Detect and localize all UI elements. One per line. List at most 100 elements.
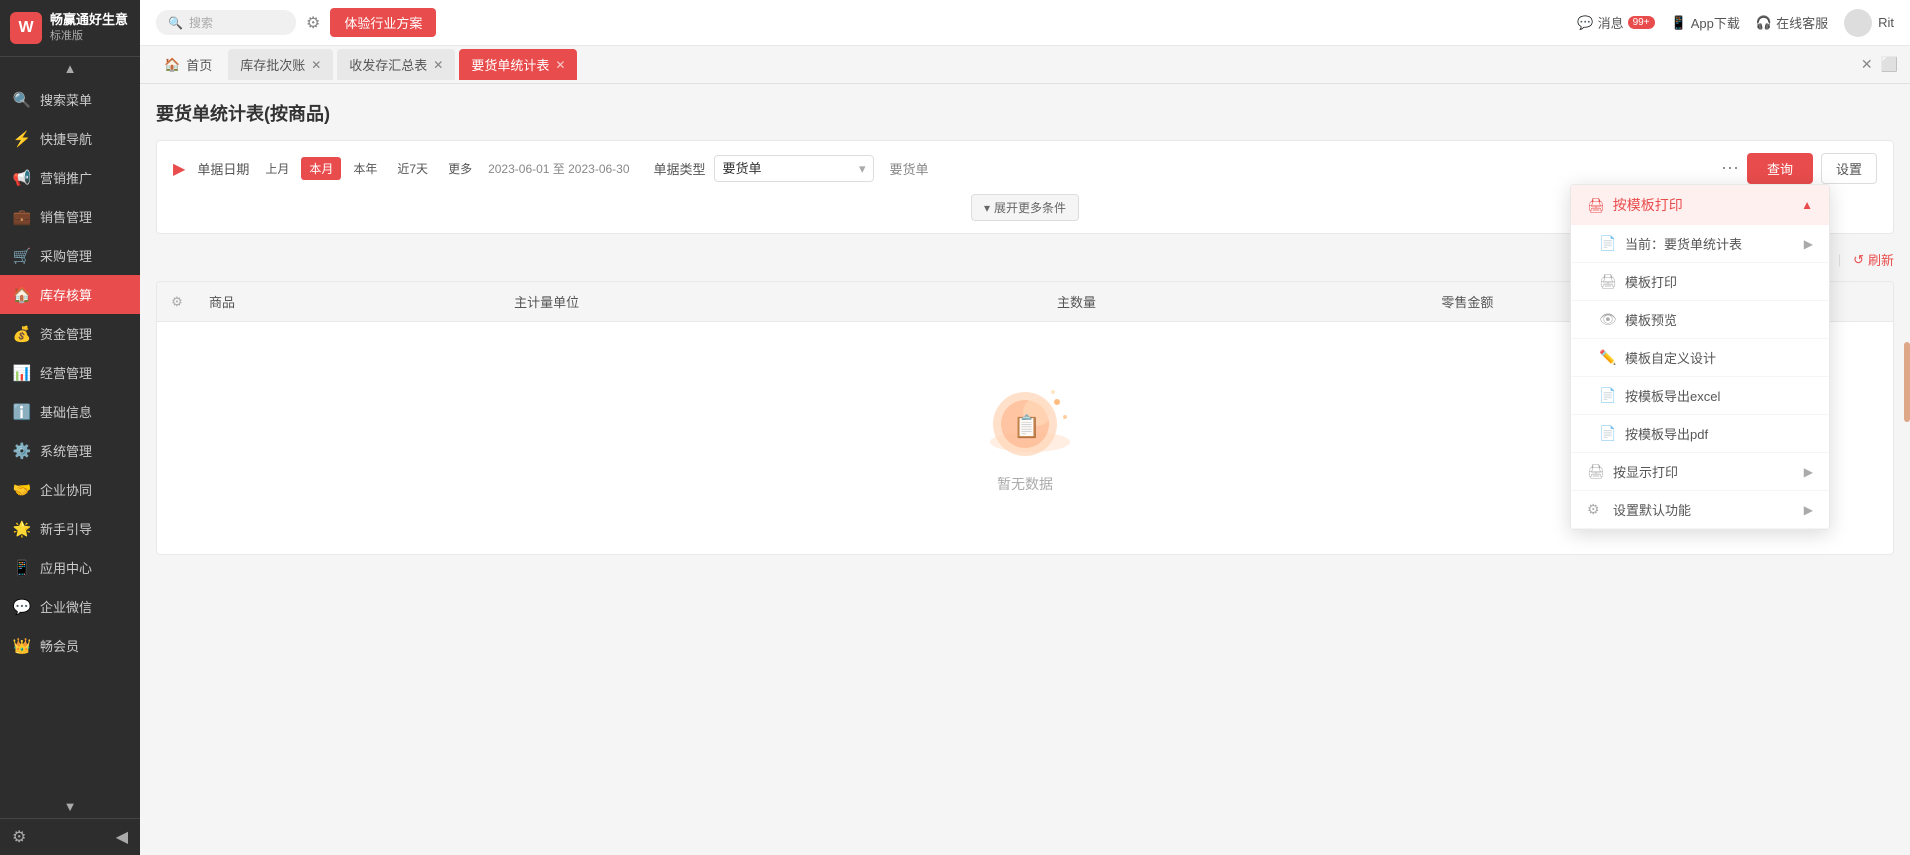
finance-icon: 💰 xyxy=(12,325,32,343)
chevron-right-icon: ▶ xyxy=(1804,237,1813,251)
sidebar-item-basics[interactable]: ℹ️ 基础信息 xyxy=(0,392,140,431)
template-pdf-item[interactable]: 📄 按模板导出pdf xyxy=(1571,415,1829,453)
sidebar-item-inventory[interactable]: 🏠 库存核算 xyxy=(0,275,140,314)
printer-icon: 🖨 xyxy=(1587,197,1605,214)
home-icon: 🏠 xyxy=(164,57,180,73)
tab-receipt-summary-label: 收发存汇总表 xyxy=(349,55,427,74)
date-btn-this-year[interactable]: 本年 xyxy=(345,157,385,180)
user-profile[interactable]: Rit xyxy=(1844,9,1894,37)
date-btn-this-month[interactable]: 本月 xyxy=(301,157,341,180)
sidebar-item-label: 基础信息 xyxy=(40,402,92,421)
sidebar-item-label: 搜索菜单 xyxy=(40,90,92,109)
tab-inventory-batch[interactable]: 库存批次账 ✕ xyxy=(228,49,333,80)
online-service-label: 在线客服 xyxy=(1776,13,1828,32)
print-dropdown-title-label: 按模板打印 xyxy=(1613,195,1683,215)
col-product: 商品 xyxy=(197,282,502,322)
type-label: 单据类型 xyxy=(654,159,706,178)
sidebar-item-beginner[interactable]: 🌟 新手引导 xyxy=(0,509,140,548)
sidebar-nav: 🔍 搜索菜单 ⚡ 快捷导航 📢 营销推广 💼 销售管理 🛒 采购管理 🏠 库存核… xyxy=(0,80,140,795)
app-center-icon: 📱 xyxy=(12,559,32,577)
sidebar-item-sales[interactable]: 💼 销售管理 xyxy=(0,197,140,236)
sidebar-item-label: 企业协同 xyxy=(40,480,92,499)
sidebar-item-app-center[interactable]: 📱 应用中心 xyxy=(0,548,140,587)
display-print-item[interactable]: 🖨 按显示打印 ▶ xyxy=(1571,453,1829,491)
template-preview-item[interactable]: 👁 模板预览 xyxy=(1571,301,1829,339)
sidebar-item-wechat[interactable]: 💬 企业微信 xyxy=(0,587,140,626)
app-download-label: App下载 xyxy=(1691,13,1740,32)
display-print-label: 按显示打印 xyxy=(1613,462,1678,481)
tab-order-stats[interactable]: 要货单统计表 ✕ xyxy=(459,49,577,80)
chevron-up-icon: ▲ xyxy=(1801,198,1813,212)
refresh-icon: ↺ xyxy=(1853,252,1864,268)
sidebar-item-finance[interactable]: 💰 资金管理 xyxy=(0,314,140,353)
sidebar-item-search[interactable]: 🔍 搜索菜单 xyxy=(0,80,140,119)
tab-close-icon[interactable]: ✕ xyxy=(555,58,565,72)
settings-icon: ⚙ xyxy=(1587,501,1603,518)
sidebar-item-system[interactable]: ⚙️ 系统管理 xyxy=(0,431,140,470)
template-custom-item[interactable]: ✏️ 模板自定义设计 xyxy=(1571,339,1829,377)
date-range-buttons: 上月 本月 本年 近7天 更多 xyxy=(257,157,480,180)
print-dropdown-header[interactable]: 🖨 按模板打印 ▲ xyxy=(1571,185,1829,225)
tab-order-stats-label: 要货单统计表 xyxy=(471,55,549,74)
refresh-label: 刷新 xyxy=(1868,250,1894,269)
current-template-item[interactable]: 📄 当前：要货单统计表 ▶ xyxy=(1571,225,1829,263)
printer-icon: 🖨 xyxy=(1599,273,1615,290)
close-window-icon[interactable]: ✕ xyxy=(1861,56,1873,73)
industry-btn[interactable]: 体验行业方案 xyxy=(330,8,436,37)
enterprise-icon: 🤝 xyxy=(12,481,32,499)
tab-close-icon[interactable]: ✕ xyxy=(433,58,443,72)
settings-button[interactable]: 设置 xyxy=(1821,153,1877,184)
type-select[interactable]: 要货单 xyxy=(714,155,874,182)
sidebar-item-enterprise[interactable]: 🤝 企业协同 xyxy=(0,470,140,509)
tab-close-icon[interactable]: ✕ xyxy=(311,58,321,72)
date-btn-more[interactable]: 更多 xyxy=(440,157,480,180)
filter-expand-btn[interactable]: ▾ 展开更多条件 xyxy=(971,194,1079,221)
set-default-label: 设置默认功能 xyxy=(1613,500,1691,519)
online-service-btn[interactable]: 🎧 在线客服 xyxy=(1756,13,1828,32)
app-download-btn[interactable]: 📱 App下载 xyxy=(1671,13,1740,32)
filter-toggle-icon[interactable]: ▶ xyxy=(173,159,185,179)
tab-home[interactable]: 🏠 首页 xyxy=(152,49,224,80)
template-excel-item[interactable]: 📄 按模板导出excel xyxy=(1571,377,1829,415)
sidebar-logo: W 畅赢通好生意 标准版 xyxy=(0,0,140,57)
col-quantity: 主数量 xyxy=(1045,282,1429,322)
column-settings-icon[interactable]: ⚙ xyxy=(171,294,183,309)
sidebar-item-purchase[interactable]: 🛒 采购管理 xyxy=(0,236,140,275)
filter-row-1: ▶ 单据日期 上月 本月 本年 近7天 更多 2023-06-01 至 2023… xyxy=(173,153,1877,184)
maximize-icon[interactable]: ⬜ xyxy=(1881,56,1898,73)
date-btn-last-7-days[interactable]: 近7天 xyxy=(389,157,436,180)
sidebar-item-label: 资金管理 xyxy=(40,324,92,343)
sidebar-item-marketing[interactable]: 📢 营销推广 xyxy=(0,158,140,197)
tab-inventory-batch-label: 库存批次账 xyxy=(240,55,305,74)
page-title: 要货单统计表(按商品) xyxy=(156,100,1894,126)
sidebar-item-operations[interactable]: 📊 经营管理 xyxy=(0,353,140,392)
sidebar-footer: ⚙ ◀ xyxy=(0,818,140,855)
more-icon[interactable]: ⋯ xyxy=(1721,158,1739,179)
topbar-right: 💬 消息 99+ 📱 App下载 🎧 在线客服 Rit xyxy=(1577,9,1894,37)
settings-icon[interactable]: ⚙ xyxy=(12,827,26,847)
set-default-item[interactable]: ⚙ 设置默认功能 ▶ xyxy=(1571,491,1829,529)
tab-receipt-summary[interactable]: 收发存汇总表 ✕ xyxy=(337,49,455,80)
sidebar-scroll-up[interactable]: ▲ xyxy=(0,57,140,80)
query-button[interactable]: 查询 xyxy=(1747,153,1813,184)
sidebar-item-vip[interactable]: 👑 畅会员 xyxy=(0,626,140,665)
vip-icon: 👑 xyxy=(12,637,32,655)
sidebar-item-label: 采购管理 xyxy=(40,246,92,265)
topbar-search-box[interactable]: 🔍 搜索 xyxy=(156,10,296,35)
sidebar-item-label: 营销推广 xyxy=(40,168,92,187)
lightning-icon: ⚡ xyxy=(12,130,32,148)
type-select-wrap: 要货单 xyxy=(714,155,874,182)
sidebar-item-label: 快捷导航 xyxy=(40,129,92,148)
template-print-item[interactable]: 🖨 模板打印 xyxy=(1571,263,1829,301)
gear-icon[interactable]: ⚙ xyxy=(306,13,320,33)
topbar: 🔍 搜索 ⚙ 体验行业方案 💬 消息 99+ 📱 App下载 🎧 在线客服 xyxy=(140,0,1910,46)
refresh-btn[interactable]: ↺ 刷新 xyxy=(1853,250,1894,269)
sidebar-scroll-down[interactable]: ▼ xyxy=(0,795,140,818)
collapse-icon[interactable]: ◀ xyxy=(116,827,128,847)
message-btn[interactable]: 💬 消息 99+ xyxy=(1577,13,1654,32)
app-logo-text: 畅赢通好生意 标准版 xyxy=(50,12,128,43)
date-btn-last-month[interactable]: 上月 xyxy=(257,157,297,180)
download-icon: 📱 xyxy=(1671,15,1687,31)
sidebar-item-label: 应用中心 xyxy=(40,558,92,577)
sidebar-item-quick-nav[interactable]: ⚡ 快捷导航 xyxy=(0,119,140,158)
